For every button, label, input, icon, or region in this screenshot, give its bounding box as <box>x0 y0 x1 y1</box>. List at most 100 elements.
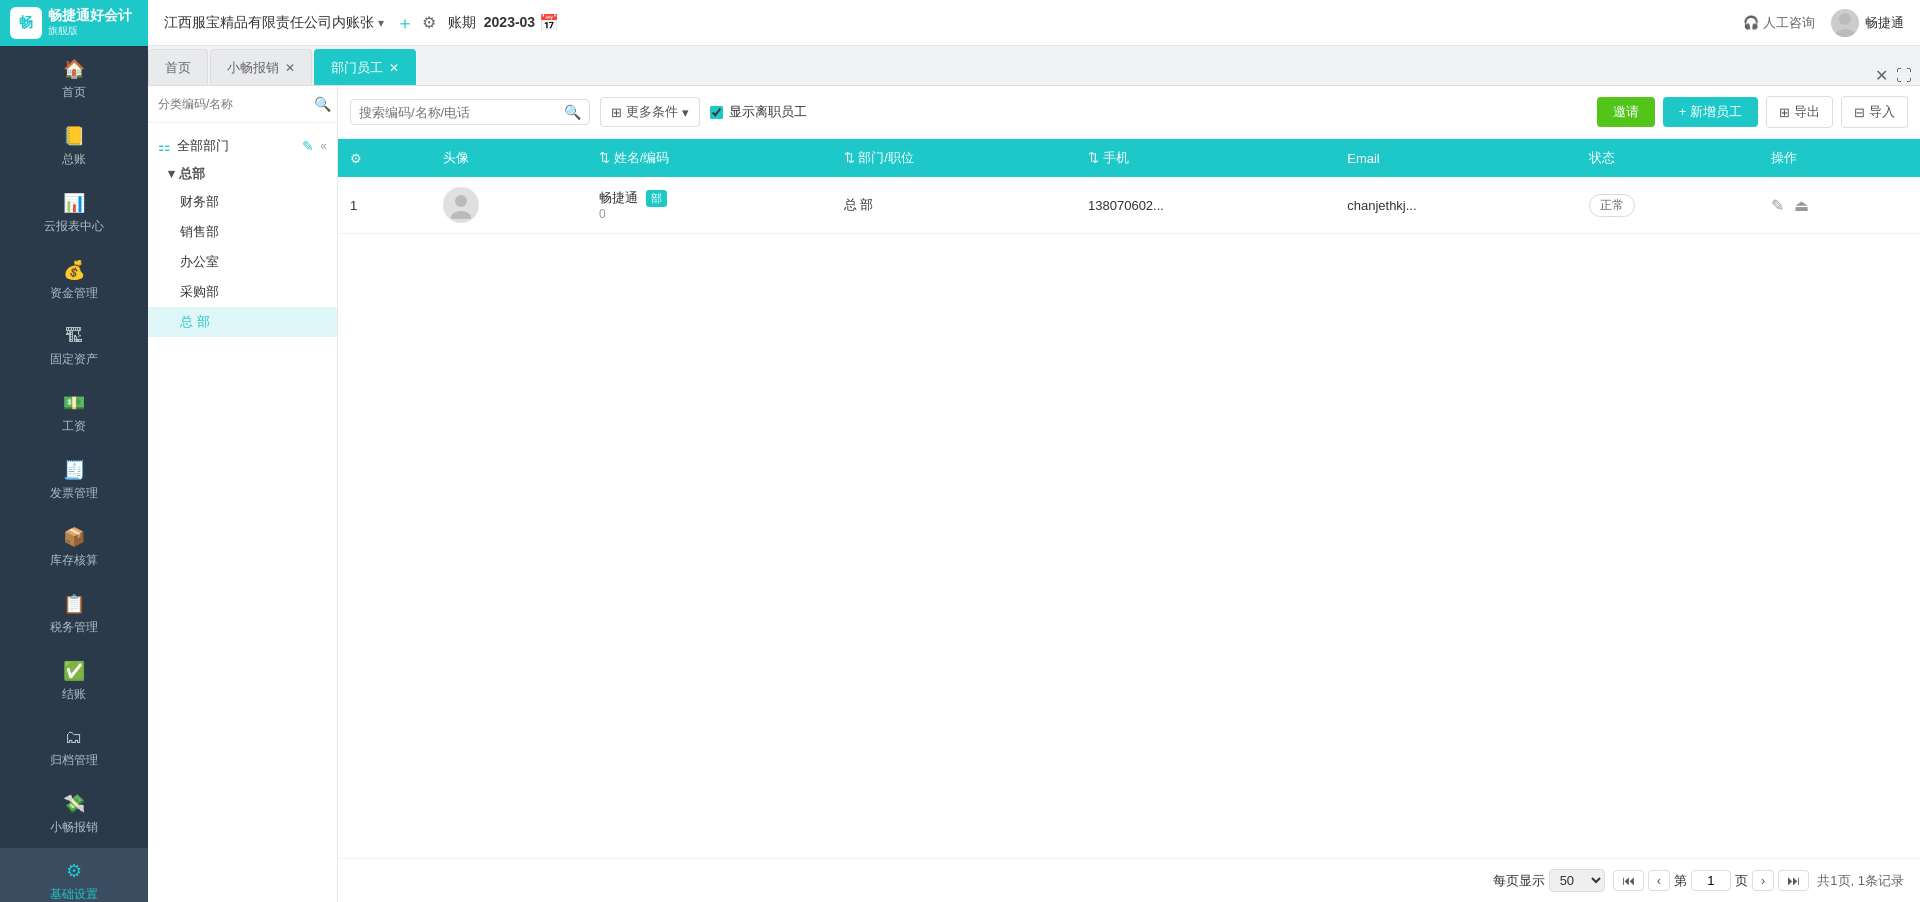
dept-item-caigou[interactable]: 采购部 <box>148 277 337 307</box>
sidebar-item-7[interactable]: 📦库存核算 <box>0 514 148 581</box>
sidebar-item-6[interactable]: 🧾 发票管理 <box>0 447 148 514</box>
support-button[interactable]: 🎧 人工咨询 <box>1743 14 1815 32</box>
main-layout: 🏠首页📒总账📊云报表中心💰资金管理🏗固定资产💵工资 🧾 发票管理 📦库存核算📋税务管理… <box>0 46 1920 902</box>
dept-item-bangongshi[interactable]: 办公室 <box>148 247 337 277</box>
sidebar-icon-10: 🗂 <box>65 727 83 748</box>
dept-item-zongbu[interactable]: 总 部 <box>148 307 337 337</box>
employee-panel: 🔍 ⊞ 更多条件 ▾ 显示离职员工 邀请 + 新增员工 <box>338 86 1920 902</box>
sidebar-icon-12: ⚙ <box>66 860 82 882</box>
col-phone[interactable]: ⇅ 手机 <box>1076 139 1335 177</box>
tab-actions: ✕ ⛶ <box>1875 66 1920 85</box>
user-area[interactable]: 畅捷通 <box>1831 9 1904 37</box>
avatar-icon <box>443 187 479 223</box>
all-dept-header[interactable]: ⚏ 全部部门 ✎ « <box>148 131 337 161</box>
logo-area: 畅 畅捷通好会计 旗舰版 <box>0 0 148 46</box>
show-resigned-label: 显示离职员工 <box>729 103 807 121</box>
tab-close-1[interactable]: ✕ <box>285 61 295 75</box>
dept-search-area: 🔍 <box>148 86 337 123</box>
last-page-button[interactable]: ⏭ <box>1778 870 1809 891</box>
prev-page-button[interactable]: ‹ <box>1648 870 1670 891</box>
next-page-button[interactable]: › <box>1752 870 1774 891</box>
tab-close-2[interactable]: ✕ <box>389 61 399 75</box>
sidebar-icon-4: 🏗 <box>65 326 83 347</box>
sidebar-item-0[interactable]: 🏠首页 <box>0 46 148 113</box>
all-dept-label: 全部部门 <box>177 137 229 155</box>
col-name[interactable]: ⇅ 姓名/编码 <box>587 139 831 177</box>
sidebar-label-2: 云报表中心 <box>44 218 104 235</box>
row-email: chanjethkj... <box>1335 177 1577 234</box>
dept-item-caiwu[interactable]: 财务部 <box>148 187 337 217</box>
pagination: 每页显示 50 10 20 100 ⏮ ‹ 第 页 <box>338 858 1920 902</box>
dept-group-label[interactable]: ▾ 总部 <box>148 161 337 187</box>
sidebar-item-10[interactable]: 🗂 归档管理 <box>0 715 148 781</box>
grid-icon: ⚏ <box>158 138 171 154</box>
col-settings[interactable]: ⚙ <box>338 139 431 177</box>
tab-2[interactable]: 部门员工✕ <box>314 49 416 85</box>
delete-icon[interactable]: ⏏ <box>1794 196 1809 215</box>
sidebar-label-7: 库存核算 <box>50 552 98 569</box>
sidebar-item-9[interactable]: ✅结账 <box>0 648 148 715</box>
sidebar-label-6: 发票管理 <box>50 485 98 502</box>
content-area: 首页小畅报销✕部门员工✕ ✕ ⛶ 🔍 ⚏ 全部部门 ✎ « <box>148 46 1920 902</box>
page-size-select: 每页显示 50 10 20 100 <box>1493 869 1605 892</box>
employee-code: 0 <box>599 207 819 221</box>
sidebar-icon-6: 🧾 <box>63 459 85 481</box>
company-dropdown-button[interactable]: ▾ <box>378 16 384 30</box>
sidebar-item-8[interactable]: 📋税务管理 <box>0 581 148 648</box>
toolbar-right: 邀请 + 新增员工 ⊞ 导出 ⊟ 导入 <box>1597 96 1908 128</box>
logo-subtitle: 旗舰版 <box>48 24 132 38</box>
dept-item-xiaoshou[interactable]: 销售部 <box>148 217 337 247</box>
search-input[interactable] <box>359 105 558 120</box>
row-avatar <box>431 177 587 234</box>
status-badge: 正常 <box>1589 194 1635 217</box>
sidebar-item-12[interactable]: ⚙基础设置 <box>0 848 148 902</box>
sidebar-item-3[interactable]: 💰资金管理 <box>0 247 148 314</box>
sidebar-item-2[interactable]: 📊云报表中心 <box>0 180 148 247</box>
add-company-button[interactable]: ＋ <box>396 11 414 35</box>
page-content: 🔍 ⚏ 全部部门 ✎ « ▾ 总部 财务部 销售部 办公室 采购部 <box>148 86 1920 902</box>
search-box: 🔍 <box>350 99 590 125</box>
search-icon[interactable]: 🔍 <box>564 104 581 120</box>
dept-search-input[interactable] <box>158 97 308 111</box>
page-number-input[interactable] <box>1691 870 1731 891</box>
sidebar-label-8: 税务管理 <box>50 619 98 636</box>
dept-search-icon[interactable]: 🔍 <box>314 96 331 112</box>
row-index: 1 <box>338 177 431 234</box>
close-tab-button[interactable]: ✕ <box>1875 66 1888 85</box>
tab-1[interactable]: 小畅报销✕ <box>210 49 312 85</box>
col-status: 状态 <box>1577 139 1759 177</box>
dept-collapse-icon[interactable]: « <box>320 139 327 153</box>
page-label: 页 <box>1735 872 1748 890</box>
row-actions: ✎ ⏏ <box>1759 177 1920 234</box>
dept-group-zongbu: ▾ 总部 财务部 销售部 办公室 采购部 总 部 <box>148 161 337 337</box>
first-page-button[interactable]: ⏮ <box>1613 870 1644 891</box>
col-dept[interactable]: ⇅ 部门/职位 <box>832 139 1076 177</box>
headset-icon: 🎧 <box>1743 15 1759 30</box>
page-nav: ⏮ ‹ 第 页 › ⏭ <box>1613 870 1810 891</box>
sidebar-item-4[interactable]: 🏗固定资产 <box>0 314 148 380</box>
edit-icon[interactable]: ✎ <box>1771 196 1784 215</box>
svg-point-0 <box>1839 13 1851 25</box>
export-button[interactable]: ⊞ 导出 <box>1766 96 1833 128</box>
tab-0[interactable]: 首页 <box>148 49 208 85</box>
dept-edit-icon[interactable]: ✎ <box>302 138 314 154</box>
sidebar-icon-1: 📒 <box>63 125 85 147</box>
sidebar-item-5[interactable]: 💵工资 <box>0 380 148 447</box>
sidebar-icon-11: 💸 <box>63 793 85 815</box>
fullscreen-tab-button[interactable]: ⛶ <box>1896 67 1912 85</box>
more-filter-button[interactable]: ⊞ 更多条件 ▾ <box>600 97 700 127</box>
per-page-select[interactable]: 50 10 20 100 <box>1549 869 1605 892</box>
settings-button[interactable]: ⚙ <box>422 13 436 32</box>
add-employee-button[interactable]: + 新增员工 <box>1663 97 1758 127</box>
calendar-icon[interactable]: 📅 <box>539 13 559 32</box>
sidebar-item-11[interactable]: 💸小畅报销 <box>0 781 148 848</box>
sidebar-item-1[interactable]: 📒总账 <box>0 113 148 180</box>
sidebar-label-10: 归档管理 <box>50 752 98 769</box>
sidebar-label-3: 资金管理 <box>50 285 98 302</box>
row-dept: 总 部 <box>832 177 1076 234</box>
filter-icon: ⊞ <box>611 105 622 120</box>
col-avatar: 头像 <box>431 139 587 177</box>
import-button[interactable]: ⊟ 导入 <box>1841 96 1908 128</box>
show-resigned-checkbox[interactable] <box>710 106 723 119</box>
invite-button[interactable]: 邀请 <box>1597 97 1655 127</box>
